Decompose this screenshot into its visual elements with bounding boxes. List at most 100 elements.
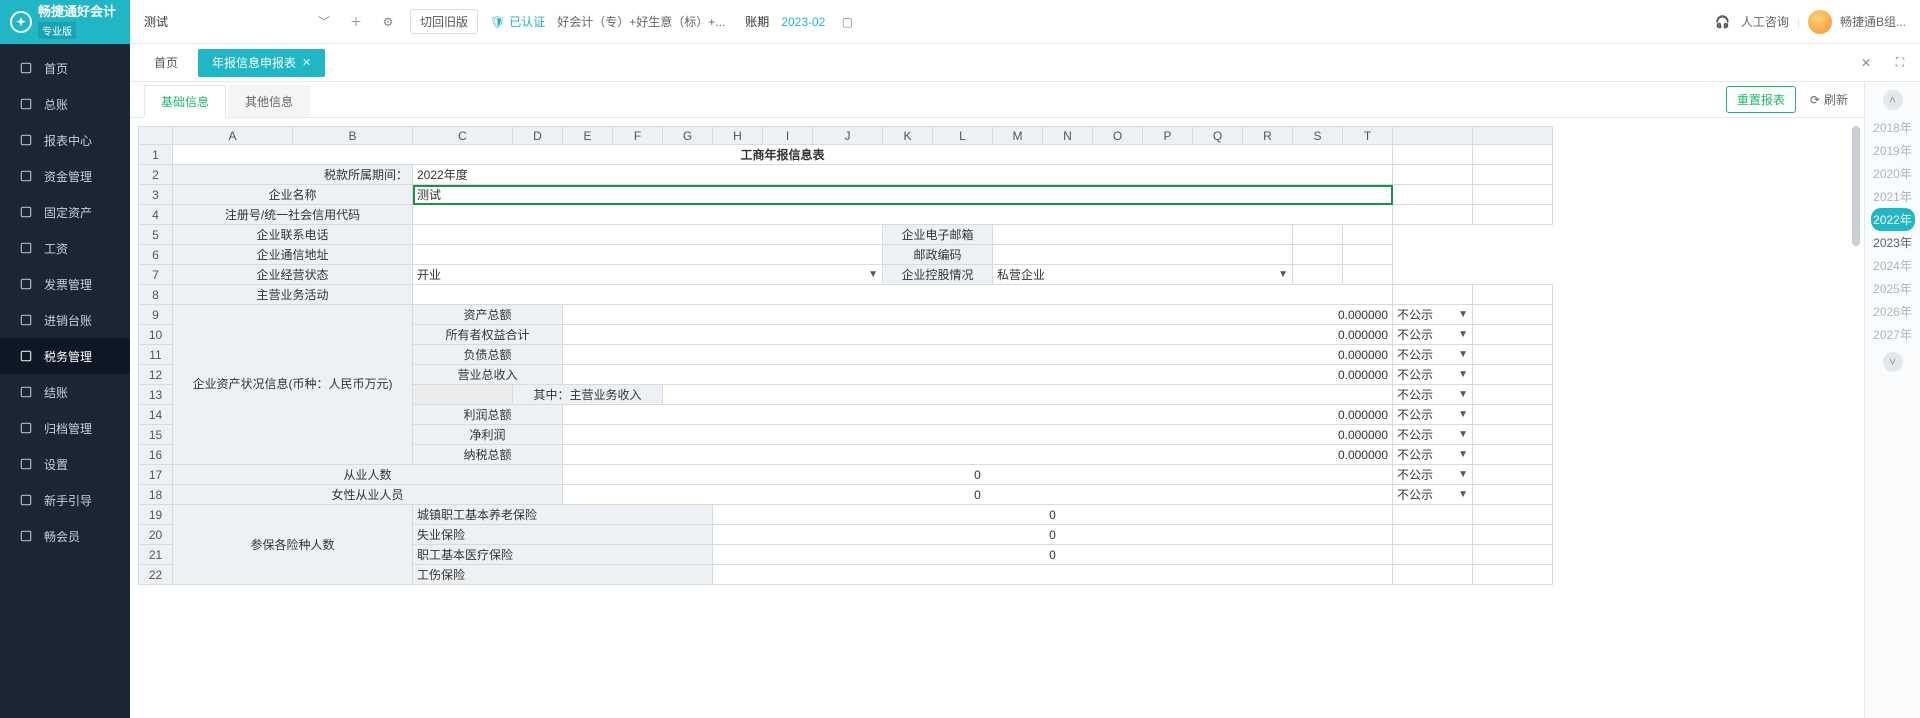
row-20[interactable]: 20 <box>139 525 173 545</box>
col-S[interactable]: S <box>1293 127 1343 145</box>
sidebar-item-4[interactable]: 固定资产 <box>0 194 130 230</box>
disclose-select[interactable]: 不公示▼ <box>1397 386 1468 403</box>
year-2021年[interactable]: 2021年 <box>1871 185 1915 208</box>
row-4[interactable]: 4 <box>139 205 173 225</box>
support-icon[interactable]: 🎧 <box>1713 12 1733 32</box>
row-16[interactable]: 16 <box>139 445 173 465</box>
col-K[interactable]: K <box>883 127 933 145</box>
disclose-select[interactable]: 不公示▼ <box>1397 326 1468 343</box>
year-up-button[interactable]: ˄ <box>1883 90 1903 110</box>
col-D[interactable]: D <box>513 127 563 145</box>
row-19[interactable]: 19 <box>139 505 173 525</box>
disclose-select[interactable]: 不公示▼ <box>1397 366 1468 383</box>
row-9[interactable]: 9 <box>139 305 173 325</box>
row-13[interactable]: 13 <box>139 385 173 405</box>
sheet-corner[interactable] <box>139 127 173 145</box>
sidebar-item-13[interactable]: 畅会员 <box>0 518 130 554</box>
row-1[interactable]: 1 <box>139 145 173 165</box>
row-11[interactable]: 11 <box>139 345 173 365</box>
col-B[interactable]: B <box>293 127 413 145</box>
col-M[interactable]: M <box>993 127 1043 145</box>
sidebar-item-12[interactable]: 新手引导 <box>0 482 130 518</box>
row-3[interactable]: 3 <box>139 185 173 205</box>
sidebar-item-11[interactable]: 设置 <box>0 446 130 482</box>
col-A[interactable]: A <box>173 127 293 145</box>
vertical-scrollbar[interactable] <box>1850 126 1862 718</box>
user-name[interactable]: 畅捷通B组... <box>1840 13 1906 30</box>
add-icon[interactable]: ＋ <box>346 12 366 32</box>
disclose-select[interactable]: 不公示▼ <box>1397 446 1468 463</box>
col-H[interactable]: H <box>713 127 763 145</box>
year-2024年[interactable]: 2024年 <box>1871 254 1915 277</box>
col-T[interactable]: T <box>1343 127 1393 145</box>
close-all-icon[interactable]: ✕ <box>1856 53 1876 73</box>
year-2027年[interactable]: 2027年 <box>1871 323 1915 346</box>
refresh-button[interactable]: ⟳刷新 <box>1810 91 1848 108</box>
tab-1[interactable]: 年报信息申报表✕ <box>198 49 325 77</box>
disclose-select[interactable]: 不公示▼ <box>1397 466 1468 483</box>
disclose-select[interactable]: 不公示▼ <box>1397 486 1468 503</box>
sidebar-item-10[interactable]: 归档管理 <box>0 410 130 446</box>
sidebar-item-3[interactable]: 资金管理 <box>0 158 130 194</box>
disclose-select[interactable]: 不公示▼ <box>1397 426 1468 443</box>
switch-old-button[interactable]: 切回旧版 <box>410 9 478 34</box>
reset-report-button[interactable]: 重置报表 <box>1726 86 1796 113</box>
sidebar-item-9[interactable]: 结账 <box>0 374 130 410</box>
fullscreen-icon[interactable]: ⛶ <box>1890 53 1910 73</box>
col-F[interactable]: F <box>613 127 663 145</box>
disclose-select[interactable]: 私营企业▼ <box>997 266 1288 283</box>
col-N[interactable]: N <box>1043 127 1093 145</box>
row-12[interactable]: 12 <box>139 365 173 385</box>
col-Q[interactable]: Q <box>1193 127 1243 145</box>
year-2023年[interactable]: 2023年 <box>1871 231 1915 254</box>
calendar-icon[interactable]: ▢ <box>837 12 857 32</box>
sidebar-item-7[interactable]: 进销台账 <box>0 302 130 338</box>
row-21[interactable]: 21 <box>139 545 173 565</box>
year-2022年[interactable]: 2022年 <box>1871 208 1915 231</box>
col-C[interactable]: C <box>413 127 513 145</box>
row-8[interactable]: 8 <box>139 285 173 305</box>
row-7[interactable]: 7 <box>139 265 173 285</box>
sidebar-item-1[interactable]: 总账 <box>0 86 130 122</box>
disclose-select[interactable]: 不公示▼ <box>1397 346 1468 363</box>
row-2[interactable]: 2 <box>139 165 173 185</box>
year-down-button[interactable]: ˅ <box>1883 352 1903 372</box>
disclose-select[interactable]: 不公示▼ <box>1397 306 1468 323</box>
col-R[interactable]: R <box>1243 127 1293 145</box>
row-17[interactable]: 17 <box>139 465 173 485</box>
col-I[interactable]: I <box>763 127 813 145</box>
row-18[interactable]: 18 <box>139 485 173 505</box>
year-2018年[interactable]: 2018年 <box>1871 116 1915 139</box>
avatar[interactable] <box>1808 10 1832 34</box>
row-10[interactable]: 10 <box>139 325 173 345</box>
year-2026年[interactable]: 2026年 <box>1871 300 1915 323</box>
sidebar-item-2[interactable]: 报表中心 <box>0 122 130 158</box>
sidebar-item-0[interactable]: 首页 <box>0 50 130 86</box>
gear-icon[interactable]: ⚙ <box>378 12 398 32</box>
row-15[interactable]: 15 <box>139 425 173 445</box>
row-22[interactable]: 22 <box>139 565 173 585</box>
col-P[interactable]: P <box>1143 127 1193 145</box>
year-2020年[interactable]: 2020年 <box>1871 162 1915 185</box>
col-G[interactable]: G <box>663 127 713 145</box>
sidebar-item-5[interactable]: 工资 <box>0 230 130 266</box>
disclose-select[interactable]: 开业▼ <box>417 266 878 283</box>
col-J[interactable]: J <box>813 127 883 145</box>
tab-0[interactable]: 首页 <box>140 49 192 77</box>
reg-no-cell[interactable] <box>413 205 1393 225</box>
subtab-0[interactable]: 基础信息 <box>144 85 226 118</box>
row-6[interactable]: 6 <box>139 245 173 265</box>
period-value[interactable]: 2023-02 <box>781 15 825 29</box>
row-5[interactable]: 5 <box>139 225 173 245</box>
year-2025年[interactable]: 2025年 <box>1871 277 1915 300</box>
disclose-select[interactable]: 不公示▼ <box>1397 406 1468 423</box>
sidebar-item-8[interactable]: 税务管理 <box>0 338 130 374</box>
sheet-scroll[interactable]: ABCDEFGHIJKLMNOPQRST1工商年报信息表2税款所属期间：2022… <box>138 126 1864 718</box>
sidebar-item-6[interactable]: 发票管理 <box>0 266 130 302</box>
col-L[interactable]: L <box>933 127 993 145</box>
col-O[interactable]: O <box>1093 127 1143 145</box>
company-name-cell[interactable]: 测试 <box>413 185 1393 205</box>
support-label[interactable]: 人工咨询 <box>1741 13 1789 30</box>
year-2019年[interactable]: 2019年 <box>1871 139 1915 162</box>
col-E[interactable]: E <box>563 127 613 145</box>
